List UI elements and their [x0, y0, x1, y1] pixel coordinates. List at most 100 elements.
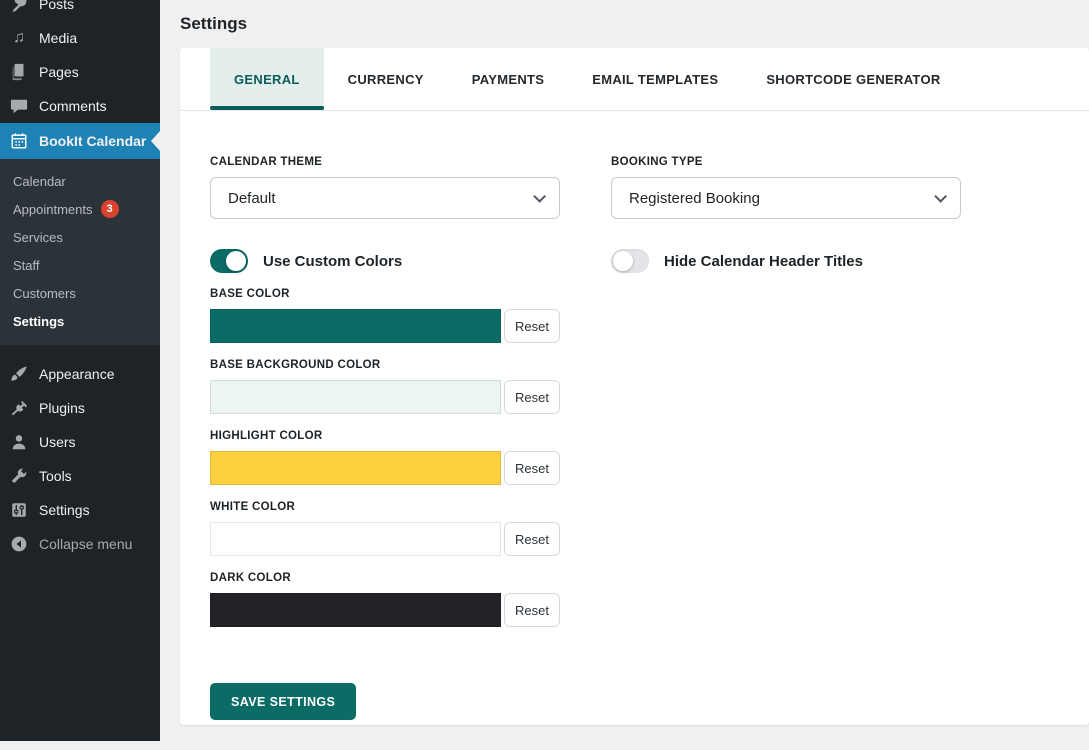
use-custom-colors-label: Use Custom Colors	[263, 253, 402, 270]
dark-color-reset-button[interactable]: Reset	[504, 593, 560, 627]
sidebar-item-posts[interactable]: Posts	[0, 0, 160, 21]
sidebar-item-appearance[interactable]: Appearance	[0, 357, 160, 391]
chevron-down-icon	[533, 190, 546, 203]
users-icon	[9, 432, 29, 452]
sidebar-item-label: Tools	[39, 468, 72, 484]
appointments-count-badge: 3	[101, 200, 119, 218]
tab-label: GENERAL	[234, 72, 300, 87]
sidebar-item-label: Media	[39, 30, 77, 46]
submenu-item-staff[interactable]: Staff	[0, 251, 160, 279]
tab-label: CURRENCY	[348, 72, 424, 87]
calendar-theme-label: CALENDAR THEME	[210, 156, 560, 168]
booking-type-value: Registered Booking	[629, 190, 760, 207]
base-color-group: BASE COLOR Reset	[210, 288, 560, 343]
sidebar-item-label: Settings	[39, 502, 90, 518]
submenu-item-customers[interactable]: Customers	[0, 279, 160, 307]
save-settings-button[interactable]: SAVE SETTINGS	[210, 683, 356, 720]
sidebar-item-label: Comments	[39, 98, 107, 114]
white-color-label: WHITE COLOR	[210, 501, 560, 513]
sidebar-item-tools[interactable]: Tools	[0, 459, 160, 493]
calendar-icon	[9, 131, 29, 151]
booking-type-select[interactable]: Registered Booking	[611, 177, 961, 219]
collapse-arrow-icon	[9, 534, 29, 554]
submenu-item-settings[interactable]: Settings	[0, 307, 160, 335]
submenu-label: Customers	[13, 286, 76, 301]
sidebar-item-label: Users	[39, 434, 76, 450]
calendar-theme-select[interactable]: Default	[210, 177, 560, 219]
tab-payments[interactable]: PAYMENTS	[448, 48, 568, 110]
base-color-label: BASE COLOR	[210, 288, 560, 300]
admin-menu: Posts ♫ Media Pages Comments BookIt Cale…	[0, 0, 160, 345]
appearance-icon	[9, 364, 29, 384]
pages-icon	[9, 62, 29, 82]
page-title: Settings	[180, 14, 247, 34]
toggle-knob	[226, 251, 246, 271]
highlight-color-swatch[interactable]	[210, 451, 501, 485]
base-color-swatch[interactable]	[210, 309, 501, 343]
collapse-menu-button[interactable]: Collapse menu	[0, 527, 160, 561]
page-header: Settings	[160, 0, 1089, 48]
booking-type-field: BOOKING TYPE Registered Booking	[611, 156, 961, 219]
base-background-color-group: BASE BACKGROUND COLOR Reset	[210, 359, 560, 414]
admin-menu-lower: Appearance Plugins Users Tools Settings	[0, 357, 160, 561]
calendar-theme-field: CALENDAR THEME Default	[210, 156, 560, 219]
hide-header-titles-label: Hide Calendar Header Titles	[664, 253, 863, 270]
dark-color-swatch[interactable]	[210, 593, 501, 627]
sidebar-item-plugins[interactable]: Plugins	[0, 391, 160, 425]
admin-sidebar: Posts ♫ Media Pages Comments BookIt Cale…	[0, 0, 160, 741]
settings-tabs: GENERAL CURRENCY PAYMENTS EMAIL TEMPLATE…	[180, 48, 1089, 111]
dark-color-label: DARK COLOR	[210, 572, 560, 584]
white-color-swatch[interactable]	[210, 522, 501, 556]
sidebar-item-label: BookIt Calendar	[39, 133, 146, 149]
main-content: Settings GENERAL CURRENCY PAYMENTS EMAIL…	[160, 0, 1089, 741]
tab-label: PAYMENTS	[472, 72, 544, 87]
tab-currency[interactable]: CURRENCY	[324, 48, 448, 110]
settings-icon	[9, 500, 29, 520]
toggle-knob	[613, 251, 633, 271]
sidebar-item-label: Pages	[39, 64, 79, 80]
submenu-label: Calendar	[13, 174, 66, 189]
comments-icon	[9, 96, 29, 116]
use-custom-colors-toggle[interactable]	[210, 249, 248, 273]
white-color-group: WHITE COLOR Reset	[210, 501, 560, 556]
submenu-label: Services	[13, 230, 63, 245]
tab-label: SHORTCODE GENERATOR	[766, 72, 940, 87]
sidebar-item-comments[interactable]: Comments	[0, 89, 160, 123]
base-background-color-reset-button[interactable]: Reset	[504, 380, 560, 414]
tab-label: EMAIL TEMPLATES	[592, 72, 718, 87]
current-menu-arrow	[151, 131, 160, 151]
submenu-item-appointments[interactable]: Appointments 3	[0, 195, 160, 223]
sidebar-item-bookit-calendar[interactable]: BookIt Calendar	[0, 123, 160, 159]
use-custom-colors-row: Use Custom Colors	[210, 247, 560, 275]
plugins-icon	[9, 398, 29, 418]
tab-email-templates[interactable]: EMAIL TEMPLATES	[568, 48, 742, 110]
tab-general[interactable]: GENERAL	[210, 48, 324, 110]
hide-header-titles-row: Hide Calendar Header Titles	[611, 247, 961, 275]
base-color-reset-button[interactable]: Reset	[504, 309, 560, 343]
dark-color-group: DARK COLOR Reset	[210, 572, 560, 627]
chevron-down-icon	[934, 190, 947, 203]
general-tab-content: CALENDAR THEME Default BOOKING TYPE Regi…	[180, 111, 1089, 750]
sidebar-item-label: Posts	[39, 0, 74, 12]
booking-type-label: BOOKING TYPE	[611, 156, 961, 168]
sidebar-item-label: Collapse menu	[39, 536, 132, 552]
highlight-color-reset-button[interactable]: Reset	[504, 451, 560, 485]
tab-shortcode-generator[interactable]: SHORTCODE GENERATOR	[742, 48, 964, 110]
sidebar-item-pages[interactable]: Pages	[0, 55, 160, 89]
submenu-item-calendar[interactable]: Calendar	[0, 167, 160, 195]
white-color-reset-button[interactable]: Reset	[504, 522, 560, 556]
highlight-color-group: HIGHLIGHT COLOR Reset	[210, 430, 560, 485]
sidebar-item-label: Appearance	[39, 366, 115, 382]
sidebar-item-media[interactable]: ♫ Media	[0, 21, 160, 55]
sidebar-item-label: Plugins	[39, 400, 85, 416]
highlight-color-label: HIGHLIGHT COLOR	[210, 430, 560, 442]
submenu-item-services[interactable]: Services	[0, 223, 160, 251]
bookit-submenu: Calendar Appointments 3 Services Staff C…	[0, 159, 160, 345]
submenu-label: Appointments	[13, 202, 93, 217]
hide-header-titles-toggle[interactable]	[611, 249, 649, 273]
sidebar-item-users[interactable]: Users	[0, 425, 160, 459]
media-icon: ♫	[9, 28, 29, 48]
tools-icon	[9, 466, 29, 486]
base-background-color-swatch[interactable]	[210, 380, 501, 414]
sidebar-item-settings[interactable]: Settings	[0, 493, 160, 527]
